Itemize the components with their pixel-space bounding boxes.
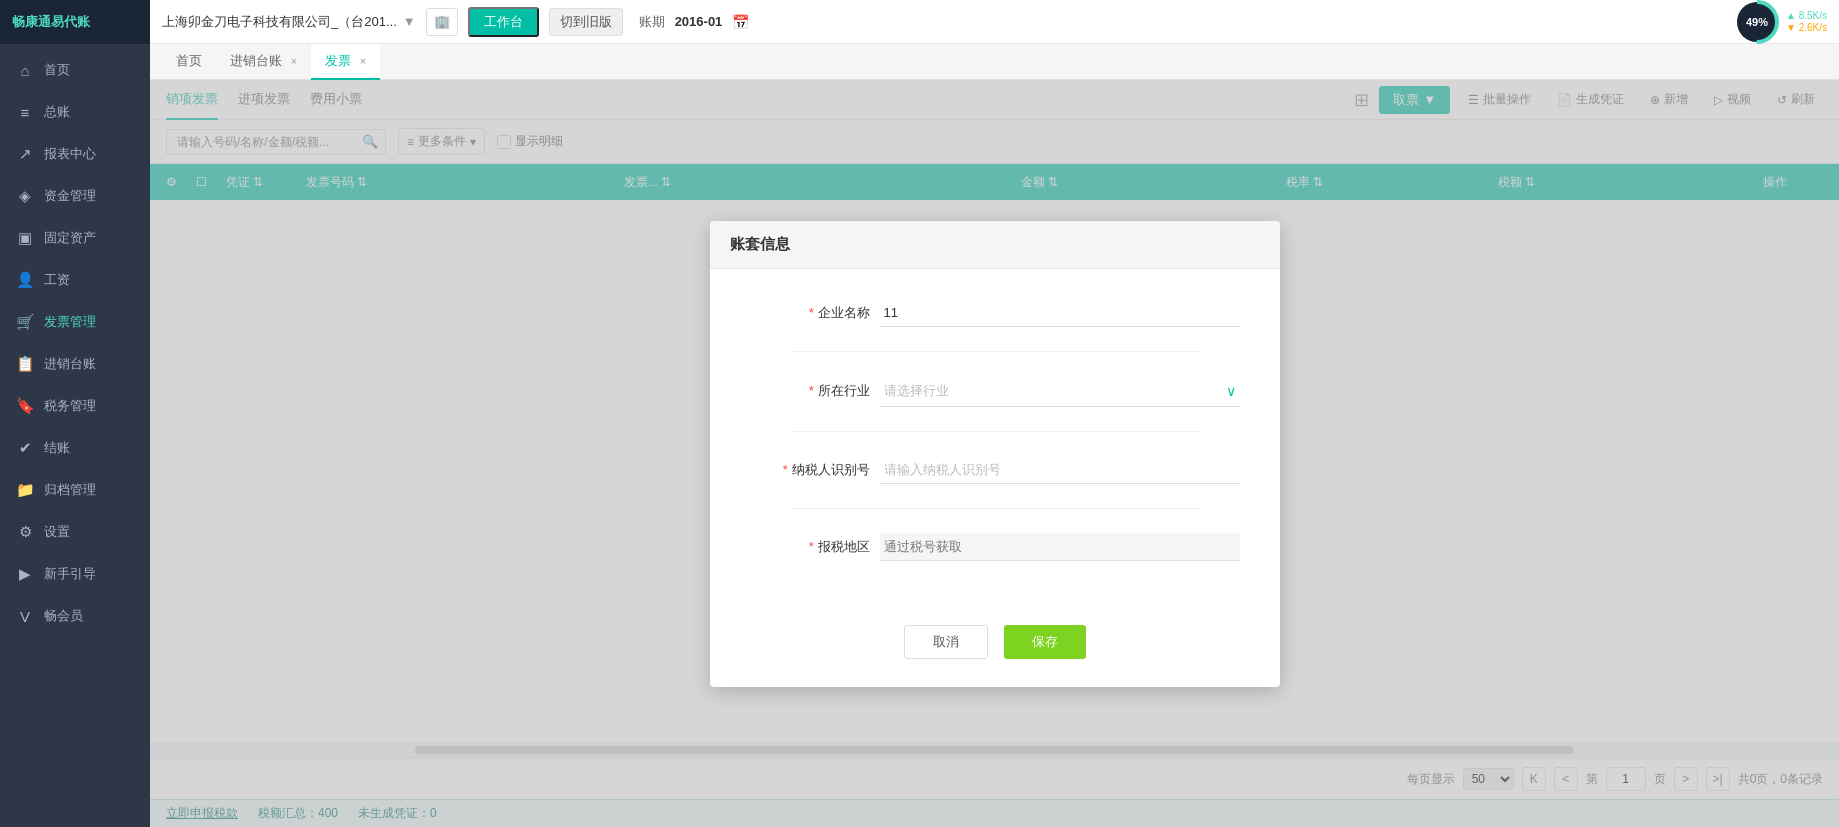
company-name: 上海卯金刀电子科技有限公司_（台201... (162, 13, 397, 31)
modal-title: 账套信息 (710, 221, 1280, 269)
payroll-icon: 👤 (16, 271, 34, 289)
sidebar-item-label: 归档管理 (44, 481, 96, 499)
sidebar-item-tax[interactable]: 🔖 税务管理 (0, 385, 150, 427)
sidebar-item-label: 首页 (44, 61, 70, 79)
network-percent: 49% (1746, 16, 1768, 28)
industry-select[interactable]: 请选择行业 ∨ (880, 376, 1240, 407)
sidebar-item-label: 固定资产 (44, 229, 96, 247)
sidebar-item-close[interactable]: ✔ 结账 (0, 427, 150, 469)
archive-icon: 📁 (16, 481, 34, 499)
purchase-sales-icon: 📋 (16, 355, 34, 373)
sidebar-item-reports[interactable]: ↗ 报表中心 (0, 133, 150, 175)
net-speed: ▲ 8.5K/s ▼ 2.6K/s (1786, 10, 1827, 33)
calendar-icon[interactable]: 📅 (732, 14, 749, 30)
divider-2 (790, 431, 1200, 432)
member-icon: V (16, 608, 34, 625)
tab-close-invoice[interactable]: × (360, 55, 366, 67)
modal-footer: 取消 保存 (710, 615, 1280, 687)
tab-purchase-sales[interactable]: 进销台账 × (216, 44, 311, 80)
enterprise-input[interactable] (880, 299, 1240, 327)
industry-label: * 所在行业 (750, 382, 880, 400)
tax-region-label: * 报税地区 (750, 538, 880, 556)
sidebar-item-label: 畅会员 (44, 607, 83, 625)
company-icon-button[interactable]: 🏢 (426, 8, 458, 36)
gear-icon: ⚙ (16, 523, 34, 541)
form-row-industry: * 所在行业 请选择行业 ∨ (750, 376, 1240, 407)
enterprise-label: * 企业名称 (750, 304, 880, 322)
sidebar-item-label: 工资 (44, 271, 70, 289)
sidebar-item-label: 新手引导 (44, 565, 96, 583)
speed-up: ▲ 8.5K/s (1786, 10, 1827, 21)
switch-version-button[interactable]: 切到旧版 (549, 8, 623, 36)
sidebar: 畅康通易代账 ⌂ 首页 ≡ 总账 ↗ 报表中心 ◈ 资金管理 ▣ 固定资产 (0, 0, 150, 827)
cancel-button[interactable]: 取消 (904, 625, 988, 659)
topbar: 上海卯金刀电子科技有限公司_（台201... ▼ 🏢 工作台 切到旧版 账期 2… (150, 0, 1839, 44)
company-icon: 🏢 (434, 14, 450, 29)
worktable-button[interactable]: 工作台 (468, 7, 539, 37)
content-area: 销项发票 进项发票 费用小票 ⊞ 取票 ▼ ☰ 批量操作 (150, 80, 1839, 827)
sidebar-item-label: 进销台账 (44, 355, 96, 373)
sidebar-nav: ⌂ 首页 ≡ 总账 ↗ 报表中心 ◈ 资金管理 ▣ 固定资产 👤 工资 (0, 44, 150, 827)
form-row-enterprise: * 企业名称 (750, 299, 1240, 327)
logo-text: 畅康通易代账 (12, 13, 90, 31)
home-icon: ⌂ (16, 62, 34, 79)
guide-icon: ▶ (16, 565, 34, 583)
sidebar-item-label: 资金管理 (44, 187, 96, 205)
sidebar-item-settings[interactable]: ⚙ 设置 (0, 511, 150, 553)
modal-overlay: 账套信息 * 企业名称 (150, 80, 1839, 827)
tax-icon: 🔖 (16, 397, 34, 415)
tax-id-input[interactable] (880, 456, 1240, 484)
tab-close-purchase[interactable]: × (291, 55, 297, 67)
sidebar-item-label: 结账 (44, 439, 70, 457)
tax-id-label: * 纳税人识别号 (750, 461, 880, 479)
ledger-icon: ≡ (16, 104, 34, 121)
tab-invoice[interactable]: 发票 × (311, 44, 380, 80)
sidebar-item-funds[interactable]: ◈ 资金管理 (0, 175, 150, 217)
divider-1 (790, 351, 1200, 352)
form-row-tax-id: * 纳税人识别号 (750, 456, 1240, 484)
sidebar-item-payroll[interactable]: 👤 工资 (0, 259, 150, 301)
sidebar-item-label: 设置 (44, 523, 70, 541)
sidebar-item-invoice-mgmt[interactable]: 🛒 发票管理 (0, 301, 150, 343)
sidebar-item-member[interactable]: V 畅会员 (0, 595, 150, 637)
sidebar-item-label: 报表中心 (44, 145, 96, 163)
speed-down: ▼ 2.6K/s (1786, 22, 1827, 33)
sidebar-item-archive[interactable]: 📁 归档管理 (0, 469, 150, 511)
funds-icon: ◈ (16, 187, 34, 205)
sidebar-item-label: 发票管理 (44, 313, 96, 331)
topbar-right: 49% ▲ 8.5K/s ▼ 2.6K/s (1734, 0, 1827, 45)
tax-region-input (880, 533, 1240, 561)
sidebar-item-guide[interactable]: ▶ 新手引导 (0, 553, 150, 595)
company-selector[interactable]: 上海卯金刀电子科技有限公司_（台201... ▼ (162, 13, 416, 31)
reports-icon: ↗ (16, 145, 34, 163)
tab-home[interactable]: 首页 (162, 44, 216, 80)
sidebar-item-purchase-sales[interactable]: 📋 进销台账 (0, 343, 150, 385)
invoice-mgmt-icon: 🛒 (16, 313, 34, 331)
form-row-tax-region: * 报税地区 (750, 533, 1240, 561)
save-button[interactable]: 保存 (1004, 625, 1086, 659)
assets-icon: ▣ (16, 229, 34, 247)
sidebar-item-home[interactable]: ⌂ 首页 (0, 49, 150, 91)
tab-bar: 首页 进销台账 × 发票 × (150, 44, 1839, 80)
modal-body: * 企业名称 * 所在行业 (710, 269, 1280, 615)
period-label: 账期 (639, 13, 665, 31)
sidebar-item-ledger[interactable]: ≡ 总账 (0, 91, 150, 133)
sidebar-logo: 畅康通易代账 (0, 0, 150, 44)
divider-3 (790, 508, 1200, 509)
close-icon: ✔ (16, 439, 34, 457)
sidebar-item-assets[interactable]: ▣ 固定资产 (0, 217, 150, 259)
main-area: 上海卯金刀电子科技有限公司_（台201... ▼ 🏢 工作台 切到旧版 账期 2… (150, 0, 1839, 827)
period-value: 2016-01 (675, 14, 723, 29)
company-dropdown-arrow: ▼ (403, 14, 416, 29)
sidebar-item-label: 总账 (44, 103, 70, 121)
industry-placeholder: 请选择行业 (884, 382, 949, 400)
account-info-modal: 账套信息 * 企业名称 (710, 221, 1280, 687)
select-arrow-icon: ∨ (1226, 383, 1236, 399)
sidebar-item-label: 税务管理 (44, 397, 96, 415)
